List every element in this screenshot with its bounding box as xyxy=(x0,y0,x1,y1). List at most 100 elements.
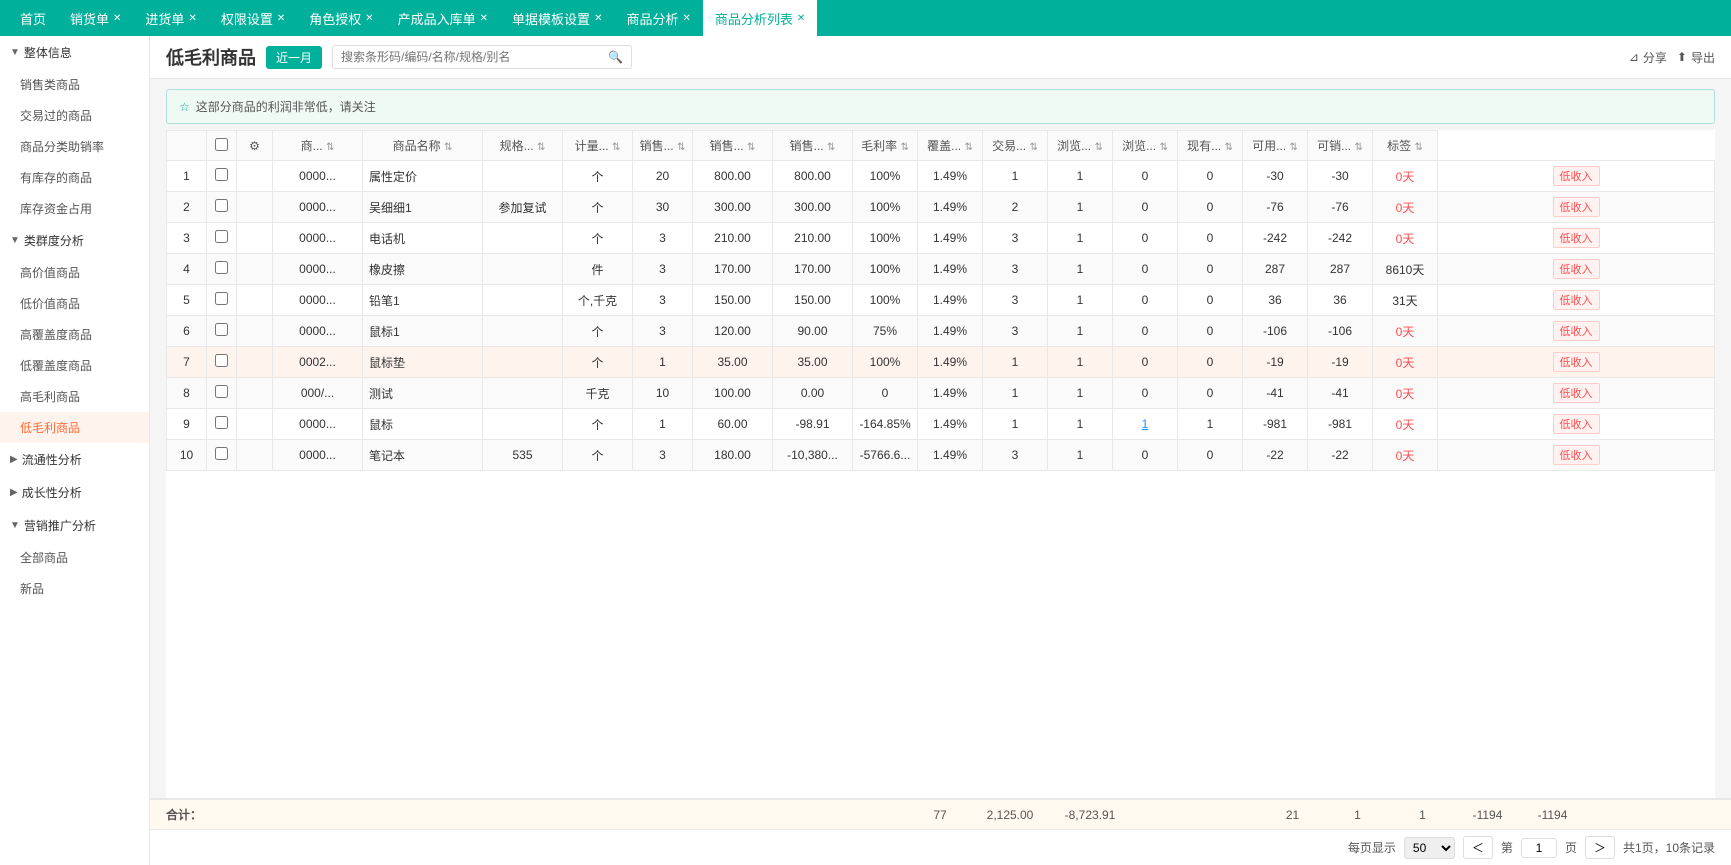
row-check[interactable] xyxy=(207,409,237,440)
row-checkbox[interactable] xyxy=(215,230,228,243)
col-header-avail[interactable]: 可用... ⇅ xyxy=(1243,131,1308,161)
row-check[interactable] xyxy=(207,254,237,285)
sidebar-item-new-goods[interactable]: 新品 xyxy=(0,573,149,604)
nav-purchase[interactable]: 进货单✕ xyxy=(133,0,208,36)
view1-link[interactable]: 1 xyxy=(1142,417,1149,431)
col-header-name[interactable]: 商品名称 ⇅ xyxy=(363,131,483,161)
nav-product-analysis[interactable]: 商品分析✕ xyxy=(614,0,702,36)
row-checkbox[interactable] xyxy=(215,199,228,212)
row-check[interactable] xyxy=(207,347,237,378)
sidebar-item-low-gross[interactable]: 低毛利商品 xyxy=(0,412,149,443)
nav-roles[interactable]: 角色授权✕ xyxy=(297,0,385,36)
row-checkbox[interactable] xyxy=(215,447,228,460)
row-checkbox[interactable] xyxy=(215,385,228,398)
row-check[interactable] xyxy=(207,161,237,192)
sidebar-item-sales-goods[interactable]: 销售类商品 xyxy=(0,69,149,100)
col-header-sales-qty[interactable]: 销售... ⇅ xyxy=(633,131,693,161)
row-checkbox[interactable] xyxy=(215,354,228,367)
col-header-saleable[interactable]: 可销... ⇅ xyxy=(1308,131,1373,161)
search-box[interactable]: 🔍 xyxy=(332,45,632,69)
sidebar-item-high-gross[interactable]: 高毛利商品 xyxy=(0,381,149,412)
col-header-cover[interactable]: 覆盖... ⇅ xyxy=(918,131,983,161)
period-button[interactable]: 近一月 xyxy=(266,46,322,69)
row-tag: 低收入 xyxy=(1438,254,1715,285)
sidebar-item-stock-capital[interactable]: 库存资金占用 xyxy=(0,193,149,224)
sidebar-group-flow[interactable]: ▶ 流通性分析 xyxy=(0,443,149,476)
col-header-trade[interactable]: 交易... ⇅ xyxy=(983,131,1048,161)
sidebar-group-cluster[interactable]: ▼ 类群度分析 xyxy=(0,224,149,257)
share-button[interactable]: ⊿ 分享 xyxy=(1629,49,1667,66)
col-header-code[interactable]: 商... ⇅ xyxy=(273,131,363,161)
row-checkbox[interactable] xyxy=(215,168,228,181)
nav-close-permissions[interactable]: ✕ xyxy=(277,13,285,24)
col-header-settings[interactable]: ⚙ xyxy=(237,131,273,161)
nav-permissions[interactable]: 权限设置✕ xyxy=(209,0,297,36)
row-view1[interactable]: 0 xyxy=(1113,161,1178,192)
export-button[interactable]: ⬆ 导出 xyxy=(1677,49,1715,66)
next-page-button[interactable]: ＞ xyxy=(1585,836,1615,859)
row-check[interactable] xyxy=(207,285,237,316)
sidebar-item-high-coverage[interactable]: 高覆盖度商品 xyxy=(0,319,149,350)
sidebar-item-high-value[interactable]: 高价值商品 xyxy=(0,257,149,288)
sidebar-item-all-goods[interactable]: 全部商品 xyxy=(0,542,149,573)
sidebar-item-low-coverage[interactable]: 低覆盖度商品 xyxy=(0,350,149,381)
nav-product-inbound[interactable]: 产成品入库单✕ xyxy=(386,0,500,36)
row-view1[interactable]: 0 xyxy=(1113,440,1178,471)
row-check[interactable] xyxy=(207,223,237,254)
row-view1[interactable]: 0 xyxy=(1113,285,1178,316)
col-header-sales-profit[interactable]: 销售... ⇅ xyxy=(773,131,853,161)
col-header-check[interactable] xyxy=(207,131,237,161)
col-header-unit[interactable]: 计量... ⇅ xyxy=(563,131,633,161)
row-checkbox[interactable] xyxy=(215,261,228,274)
nav-close-purchase[interactable]: ✕ xyxy=(188,13,196,24)
col-header-tag[interactable]: 标签 ⇅ xyxy=(1373,131,1438,161)
col-header-view1[interactable]: 浏览... ⇅ xyxy=(1048,131,1113,161)
row-view1[interactable]: 1 xyxy=(1113,409,1178,440)
sidebar-item-low-value[interactable]: 低价值商品 xyxy=(0,288,149,319)
row-view1[interactable]: 0 xyxy=(1113,347,1178,378)
sidebar-group-growth[interactable]: ▶ 成长性分析 xyxy=(0,476,149,509)
nav-sales[interactable]: 销货单✕ xyxy=(58,0,133,36)
search-input[interactable] xyxy=(341,50,608,64)
sidebar-group-overview[interactable]: ▼ 整体信息 xyxy=(0,36,149,69)
sidebar-item-category-rate[interactable]: 商品分类助销率 xyxy=(0,131,149,162)
search-icon[interactable]: 🔍 xyxy=(608,50,623,64)
nav-close-roles[interactable]: ✕ xyxy=(365,13,373,24)
row-checkbox[interactable] xyxy=(215,323,228,336)
row-view1[interactable]: 0 xyxy=(1113,378,1178,409)
row-check[interactable] xyxy=(207,378,237,409)
export-icon: ⬆ xyxy=(1677,50,1687,64)
sidebar-group-marketing[interactable]: ▼ 营销推广分析 xyxy=(0,509,149,542)
row-checkbox[interactable] xyxy=(215,292,228,305)
col-header-spec[interactable]: 规格... ⇅ xyxy=(483,131,563,161)
nav-close-template[interactable]: ✕ xyxy=(594,13,602,24)
page-size-select[interactable]: 50 100 xyxy=(1404,837,1455,859)
row-view1[interactable]: 0 xyxy=(1113,223,1178,254)
row-checkbox[interactable] xyxy=(215,416,228,429)
nav-close-sales[interactable]: ✕ xyxy=(113,13,121,24)
row-view1[interactable]: 0 xyxy=(1113,254,1178,285)
row-sales-qty: 10 xyxy=(633,378,693,409)
row-check[interactable] xyxy=(207,192,237,223)
nav-close-product-analysis[interactable]: ✕ xyxy=(682,13,690,24)
prev-page-button[interactable]: ＜ xyxy=(1463,836,1493,859)
row-view1[interactable]: 0 xyxy=(1113,192,1178,223)
row-view1[interactable]: 0 xyxy=(1113,316,1178,347)
nav-close-product-analysis-list[interactable]: ✕ xyxy=(797,13,805,24)
sidebar-item-traded-goods[interactable]: 交易过的商品 xyxy=(0,100,149,131)
row-gross: 1.49% xyxy=(918,347,983,378)
nav-template[interactable]: 单据模板设置✕ xyxy=(500,0,614,36)
sidebar-item-in-stock[interactable]: 有库存的商品 xyxy=(0,162,149,193)
row-check[interactable] xyxy=(207,316,237,347)
current-page-input[interactable] xyxy=(1521,838,1557,858)
row-check[interactable] xyxy=(207,440,237,471)
nav-close-product-inbound[interactable]: ✕ xyxy=(480,13,488,24)
nav-home[interactable]: 首页 xyxy=(8,0,58,36)
col-header-view2[interactable]: 浏览... ⇅ xyxy=(1113,131,1178,161)
nav-product-analysis-list[interactable]: 商品分析列表✕ xyxy=(703,0,817,36)
row-trade: 1 xyxy=(1048,378,1113,409)
col-header-now[interactable]: 现有... ⇅ xyxy=(1178,131,1243,161)
col-header-sales-amt[interactable]: 销售... ⇅ xyxy=(693,131,773,161)
col-header-gross[interactable]: 毛利率 ⇅ xyxy=(853,131,918,161)
select-all-checkbox[interactable] xyxy=(215,138,228,151)
